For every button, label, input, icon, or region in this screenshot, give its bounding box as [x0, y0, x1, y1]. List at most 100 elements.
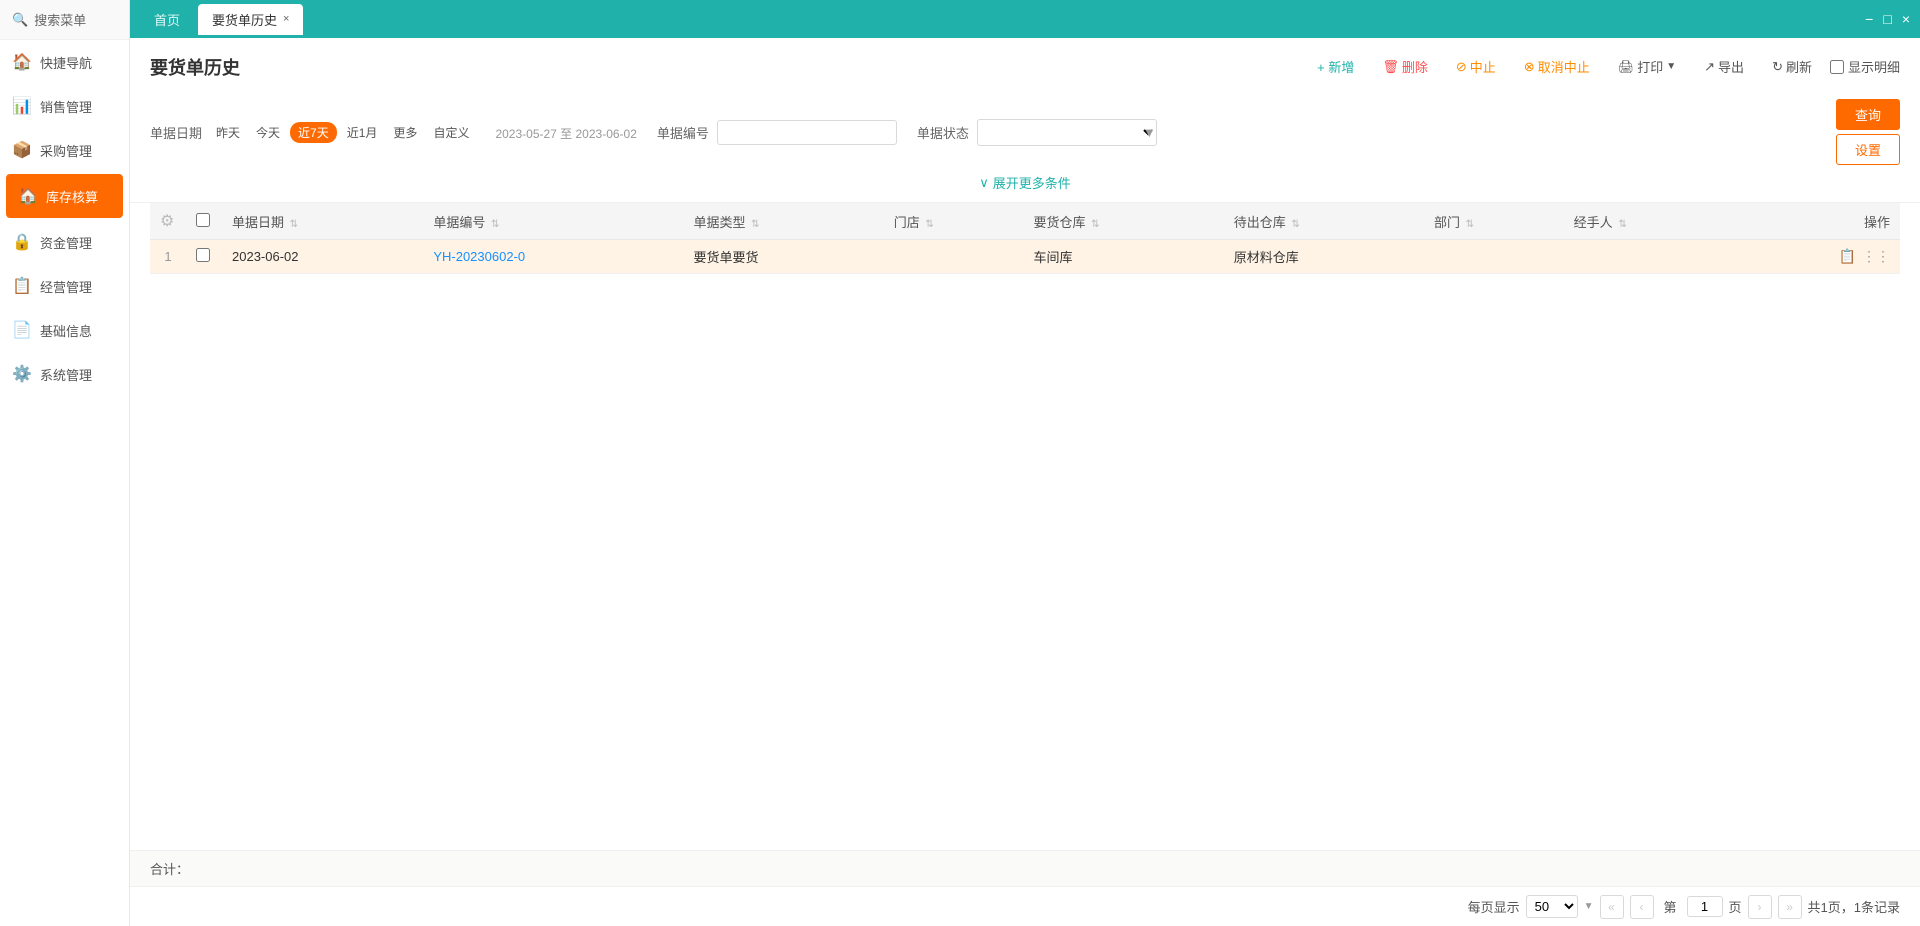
status-filter: 单据状态 ▼ — [917, 119, 1156, 146]
filter-row: 单据日期 昨天 今天 近7天 近1月 更多 自定义 2023-05-27 至 2… — [150, 99, 1900, 165]
first-page-button[interactable]: « — [1600, 895, 1624, 919]
sidebar-item-label: 采购管理 — [40, 141, 92, 160]
date-range-text: 2023-05-27 至 2023-06-02 — [495, 125, 636, 142]
print-dropdown-icon: ▼ — [1666, 61, 1676, 72]
select-all-checkbox[interactable] — [196, 213, 210, 227]
date-range-display: 2023-05-27 至 2023-06-02 — [495, 123, 636, 142]
row-more-button[interactable]: ⋮⋮ — [1862, 248, 1890, 265]
sidebar-item-basic-info[interactable]: 📄 基础信息 — [0, 308, 129, 352]
query-button[interactable]: 查询 — [1836, 99, 1900, 130]
tab-close-icon[interactable]: × — [283, 13, 289, 25]
delete-button[interactable]: 🗑 删除 — [1372, 52, 1438, 81]
column-settings-icon[interactable]: ⚙ — [160, 213, 174, 230]
date-shortcut-yesterday[interactable]: 昨天 — [210, 122, 246, 143]
th-doc-date[interactable]: 单据日期 ⇅ — [222, 203, 423, 240]
th-store-label: 门店 — [894, 215, 920, 230]
table-header-row: ⚙ 单据日期 ⇅ 单据编号 ⇅ — [150, 203, 1900, 240]
date-shortcut-custom[interactable]: 自定义 — [427, 122, 475, 143]
doc-number-input[interactable] — [717, 120, 897, 145]
tab-home-label: 首页 — [154, 10, 180, 29]
sales-icon: 📊 — [12, 96, 32, 116]
system-icon: ⚙️ — [12, 364, 32, 384]
date-shortcuts: 昨天 今天 近7天 近1月 更多 自定义 — [210, 122, 475, 143]
print-label: 打印 — [1637, 57, 1663, 76]
sidebar-item-label: 资金管理 — [40, 233, 92, 252]
page-content: 要货单历史 + 新增 🗑 删除 ⊘ 中止 ⊗ 取消中止 🖨 打印 — [130, 38, 1920, 926]
sidebar-item-sales[interactable]: 📊 销售管理 — [0, 84, 129, 128]
th-handler-label: 经手人 — [1574, 215, 1613, 230]
td-doc-number[interactable]: YH-20230602-0 — [423, 240, 683, 274]
date-shortcut-today[interactable]: 今天 — [250, 122, 286, 143]
window-controls: − □ × — [1865, 11, 1910, 27]
purchase-icon: 📦 — [12, 140, 32, 160]
sidebar-item-system[interactable]: ⚙️ 系统管理 — [0, 352, 129, 396]
row-view-button[interactable]: 📋 — [1839, 248, 1856, 265]
expand-more[interactable]: ∨ 展开更多条件 — [150, 173, 1900, 192]
th-settings[interactable]: ⚙ — [150, 203, 186, 240]
th-checkbox[interactable] — [186, 203, 222, 240]
status-label: 单据状态 — [917, 123, 969, 142]
refresh-label: 刷新 — [1786, 57, 1812, 76]
minimize-icon[interactable]: − — [1865, 11, 1873, 27]
th-department[interactable]: 部门 ⇅ — [1424, 203, 1564, 240]
refresh-button[interactable]: ↻ 刷新 — [1762, 52, 1822, 81]
page-input[interactable] — [1687, 896, 1723, 917]
sidebar-item-purchase[interactable]: 📦 采购管理 — [0, 128, 129, 172]
print-button[interactable]: 🖨 打印 ▼ — [1608, 52, 1686, 81]
delete-label: 删除 — [1402, 57, 1428, 76]
page-size-dropdown-icon: ▼ — [1584, 901, 1594, 912]
sidebar-item-quick-nav[interactable]: 🏠 快捷导航 — [0, 40, 129, 84]
basic-info-icon: 📄 — [12, 320, 32, 340]
th-req-warehouse[interactable]: 要货仓库 ⇅ — [1023, 203, 1223, 240]
tab-home[interactable]: 首页 — [140, 4, 194, 35]
display-detail-toggle[interactable]: 显示明细 — [1830, 57, 1900, 76]
tab-requisition-history-label: 要货单历史 — [212, 10, 277, 29]
doc-number-label: 单据编号 — [657, 123, 709, 142]
sidebar-item-label: 基础信息 — [40, 321, 92, 340]
sidebar-item-label: 快捷导航 — [40, 53, 92, 72]
close-window-icon[interactable]: × — [1902, 11, 1910, 27]
maximize-icon[interactable]: □ — [1883, 11, 1891, 27]
export-button[interactable]: ↗ 导出 — [1694, 52, 1754, 81]
cancel-icon: ⊗ — [1524, 59, 1535, 75]
sidebar-item-label: 经营管理 — [40, 277, 92, 296]
td-index: 1 — [150, 240, 186, 274]
td-checkbox[interactable] — [186, 240, 222, 274]
data-table: ⚙ 单据日期 ⇅ 单据编号 ⇅ — [150, 203, 1900, 274]
sidebar-item-operations[interactable]: 📋 经营管理 — [0, 264, 129, 308]
page-size-select[interactable]: 50 20 100 — [1526, 895, 1578, 918]
sort-icon-doc-number: ⇅ — [491, 219, 499, 230]
th-doc-type[interactable]: 单据类型 ⇅ — [684, 203, 884, 240]
row-checkbox[interactable] — [196, 248, 210, 262]
next-page-button[interactable]: › — [1748, 895, 1772, 919]
new-button[interactable]: + 新增 — [1307, 52, 1364, 81]
last-page-button[interactable]: » — [1778, 895, 1802, 919]
settings-button[interactable]: 设置 — [1836, 134, 1900, 165]
footer-total-label: 合计： — [150, 859, 189, 878]
td-handler — [1564, 240, 1734, 274]
stop-button[interactable]: ⊘ 中止 — [1446, 52, 1506, 81]
sidebar-item-finance[interactable]: 🔒 资金管理 — [0, 220, 129, 264]
td-department — [1424, 240, 1564, 274]
date-shortcut-7days[interactable]: 近7天 — [290, 122, 337, 143]
cancel-button[interactable]: ⊗ 取消中止 — [1514, 52, 1600, 81]
tab-requisition-history[interactable]: 要货单历史 × — [198, 4, 303, 35]
th-handler[interactable]: 经手人 ⇅ — [1564, 203, 1734, 240]
th-pending-warehouse[interactable]: 待出仓库 ⇅ — [1224, 203, 1424, 240]
status-select[interactable] — [977, 119, 1157, 146]
sidebar-item-inventory[interactable]: 🏠 库存核算 — [6, 174, 123, 218]
sidebar-item-label: 库存核算 — [46, 187, 98, 206]
th-req-warehouse-label: 要货仓库 — [1033, 215, 1085, 230]
display-detail-checkbox[interactable] — [1830, 60, 1844, 74]
th-doc-number[interactable]: 单据编号 ⇅ — [423, 203, 683, 240]
th-store[interactable]: 门店 ⇅ — [884, 203, 1024, 240]
date-shortcut-more[interactable]: 更多 — [387, 122, 423, 143]
prev-page-button[interactable]: ‹ — [1630, 895, 1654, 919]
sidebar: 🔍 搜索菜单 🏠 快捷导航 📊 销售管理 📦 采购管理 🏠 库存核算 🔒 资金管… — [0, 0, 130, 926]
sidebar-search[interactable]: 🔍 搜索菜单 — [0, 0, 129, 40]
date-shortcut-1month[interactable]: 近1月 — [341, 122, 384, 143]
page-size-label: 每页显示 — [1468, 897, 1520, 916]
doc-number-link[interactable]: YH-20230602-0 — [433, 249, 525, 264]
toolbar: + 新增 🗑 删除 ⊘ 中止 ⊗ 取消中止 🖨 打印 ▼ — [1307, 52, 1900, 81]
stop-label: 中止 — [1470, 57, 1496, 76]
